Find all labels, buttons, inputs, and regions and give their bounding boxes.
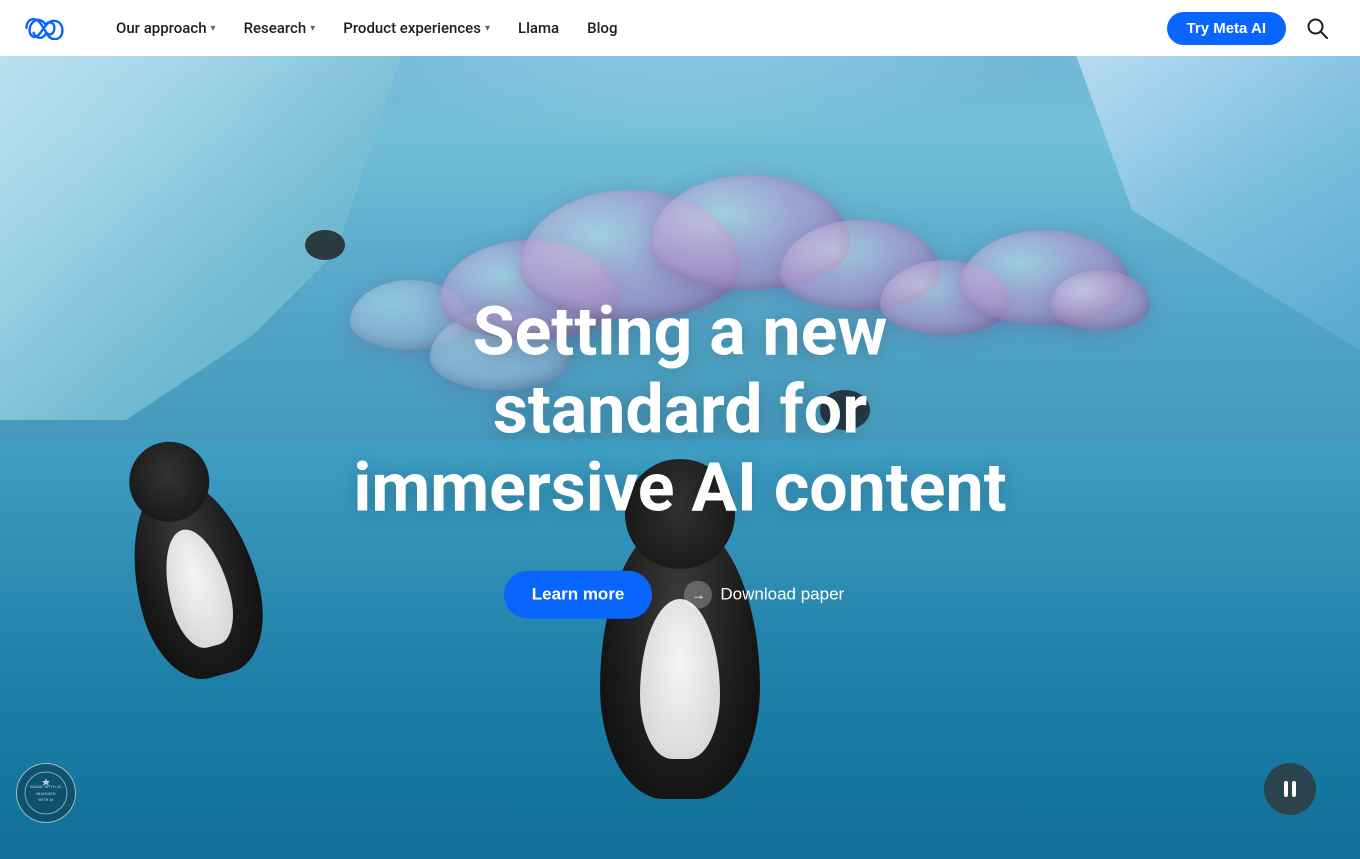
svg-text:WITH AI: WITH AI: [38, 798, 53, 802]
chevron-down-icon: ▾: [310, 23, 315, 34]
ai-watermark: MADE WITH AI IMAGINED WITH AI: [16, 763, 80, 827]
svg-text:IMAGINED: IMAGINED: [36, 792, 56, 796]
nav-research[interactable]: Research ▾: [232, 11, 328, 45]
meta-logo[interactable]: [24, 16, 72, 40]
search-button[interactable]: [1298, 9, 1336, 47]
meta-logo-icon: [24, 16, 72, 40]
nav-links: Our approach ▾ Research ▾ Product experi…: [104, 11, 1167, 45]
nav-product-experiences[interactable]: Product experiences ▾: [331, 11, 502, 45]
search-icon: [1306, 17, 1328, 39]
nav-blog[interactable]: Blog: [575, 11, 629, 45]
nav-right: Try Meta AI: [1167, 9, 1336, 47]
chevron-down-icon: ▾: [211, 23, 216, 34]
nav-our-approach[interactable]: Our approach ▾: [104, 11, 228, 45]
hero-actions: Learn more → Download paper: [340, 567, 1020, 623]
navigation: Our approach ▾ Research ▾ Product experi…: [0, 0, 1360, 56]
hero-section: Setting a new standard for immersive AI …: [0, 0, 1360, 859]
chevron-down-icon: ▾: [485, 23, 490, 34]
arrow-icon: →: [684, 581, 712, 609]
svg-text:MADE WITH AI: MADE WITH AI: [30, 784, 61, 789]
pause-icon: [1284, 781, 1296, 797]
hero-title: Setting a new standard for immersive AI …: [340, 292, 1020, 527]
ai-watermark-icon: MADE WITH AI IMAGINED WITH AI: [23, 770, 69, 816]
hero-content: Setting a new standard for immersive AI …: [340, 292, 1020, 623]
learn-more-button[interactable]: Learn more: [504, 571, 653, 619]
try-meta-ai-button[interactable]: Try Meta AI: [1167, 12, 1286, 45]
pause-video-button[interactable]: [1264, 763, 1316, 815]
nav-llama[interactable]: Llama: [506, 11, 571, 45]
penguin-small: [305, 230, 345, 260]
download-paper-button[interactable]: → Download paper: [672, 567, 856, 623]
